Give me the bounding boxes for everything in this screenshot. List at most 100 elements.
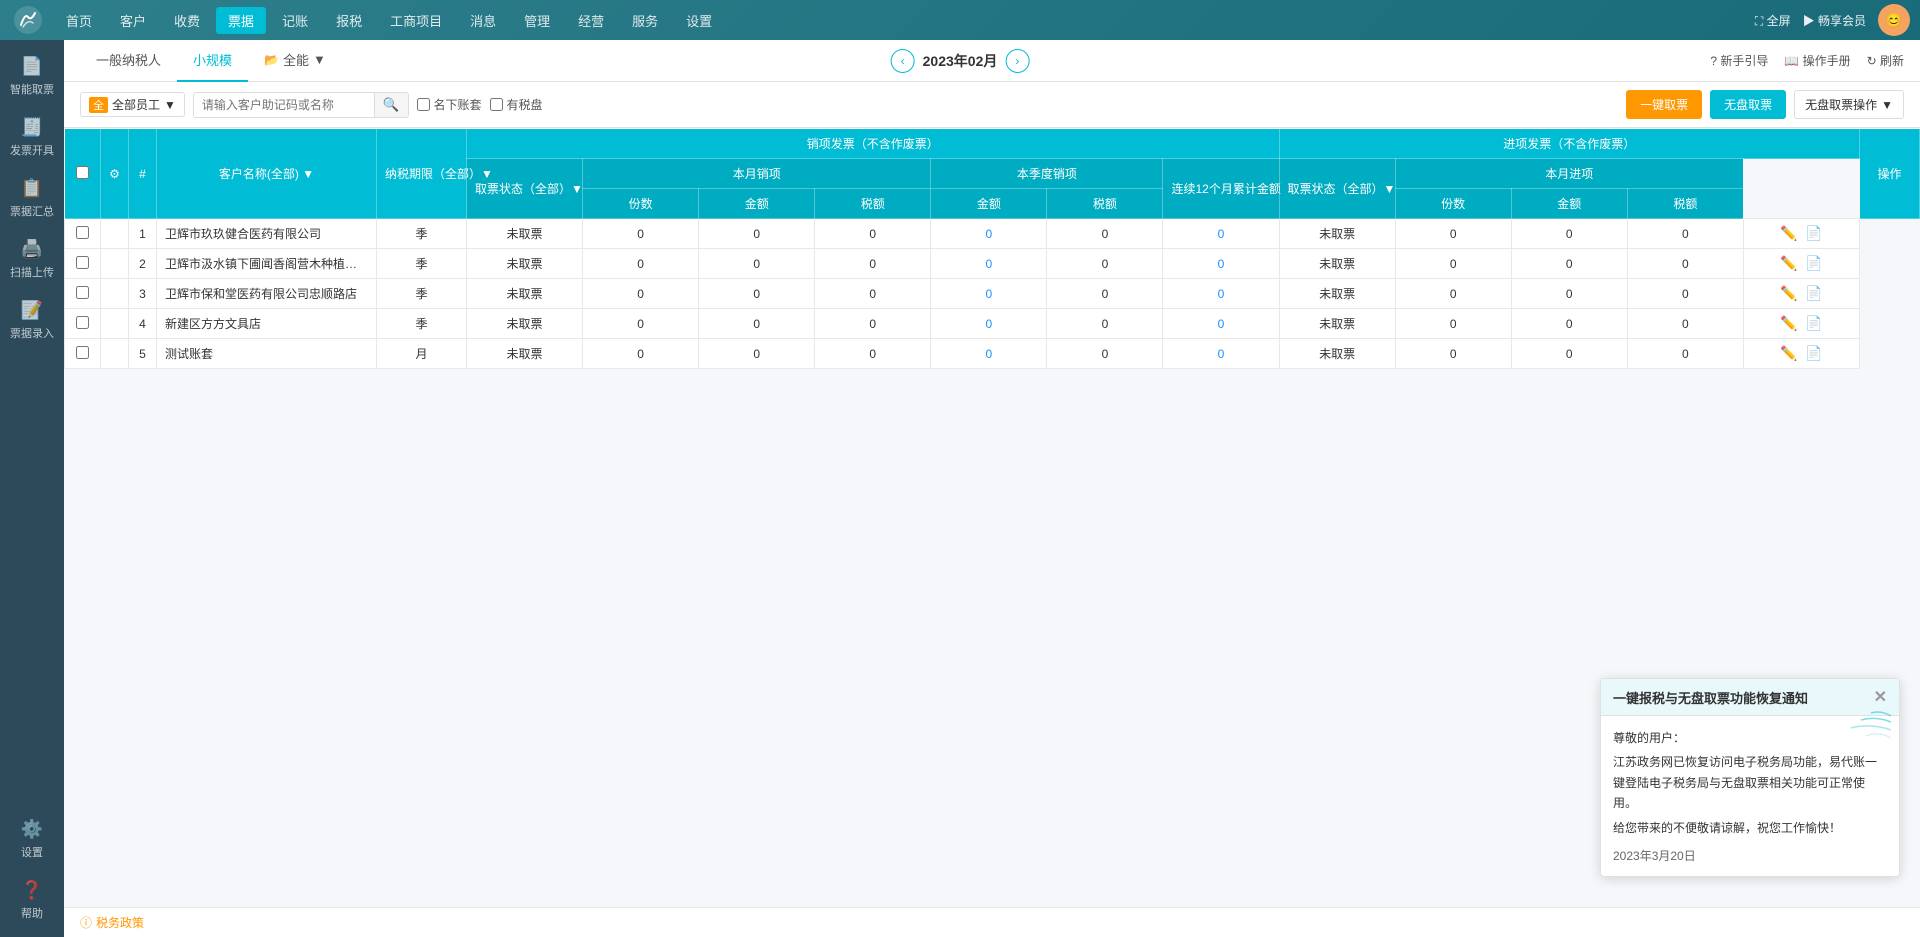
- sidebar-item-票据录入[interactable]: 📝票据录入: [4, 292, 60, 349]
- row-purchase-month-tax: 0: [1627, 249, 1743, 279]
- staff-filter-dropdown[interactable]: 全 全部员工 ▼: [80, 92, 185, 117]
- sidebar-item-扫描上传[interactable]: 🖨️扫描上传: [4, 231, 60, 288]
- no-disk-ticket-btn[interactable]: 无盘取票: [1710, 90, 1786, 119]
- nav-item-设置[interactable]: 设置: [674, 7, 724, 34]
- edit-btn[interactable]: ✏️: [1780, 345, 1797, 361]
- action-操作手册[interactable]: 📖 操作手册: [1784, 52, 1850, 69]
- row-sales-month-tax: 0: [815, 279, 931, 309]
- notif-close-btn[interactable]: ✕: [1874, 687, 1887, 707]
- search-input[interactable]: [194, 94, 374, 116]
- nav-item-记账[interactable]: 记账: [270, 7, 320, 34]
- row-tax-period: 季: [377, 219, 467, 249]
- account-filter-label[interactable]: 名下账套: [417, 96, 482, 113]
- account-filter-checkbox[interactable]: [417, 98, 430, 111]
- toolbar: 全 全部员工 ▼ 🔍 名下账套 有税盘 一键取票 无盘取票 无盘取票操作: [64, 82, 1920, 128]
- nav-item-工商项目[interactable]: 工商项目: [378, 7, 454, 34]
- row-index: 3: [129, 279, 157, 309]
- sidebar-label: 扫描上传: [10, 264, 54, 280]
- sidebar-item-发票开具[interactable]: 🧾发票开具: [4, 109, 60, 166]
- next-period-btn[interactable]: ›: [1005, 49, 1029, 73]
- row-checkbox[interactable]: [65, 279, 101, 309]
- action-刷新[interactable]: ↻ 刷新: [1867, 52, 1904, 69]
- row-index: 1: [129, 219, 157, 249]
- no-disk-ops-btn[interactable]: 无盘取票操作 ▼: [1794, 90, 1904, 119]
- row-purchase-month-amount: 0: [1511, 309, 1627, 339]
- row-purchase-month-count: 0: [1395, 339, 1511, 369]
- doc-btn[interactable]: 📄: [1805, 315, 1822, 331]
- row-sales-quarter-tax: 0: [1047, 339, 1163, 369]
- row-cumulative-amount: 0: [1163, 219, 1279, 249]
- sidebar-bottom-帮助[interactable]: ❓帮助: [4, 872, 60, 929]
- nav-item-票据[interactable]: 票据: [216, 7, 266, 34]
- doc-btn[interactable]: 📄: [1805, 285, 1822, 301]
- nav-item-经营[interactable]: 经营: [566, 7, 616, 34]
- fullscreen-btn[interactable]: ⛶ 全屏: [1755, 12, 1791, 29]
- row-purchase-month-count: 0: [1395, 279, 1511, 309]
- th-month-purchase: 本月进项: [1395, 159, 1743, 189]
- row-checkbox[interactable]: [65, 309, 101, 339]
- sub-tabs-actions: ? 新手引导 📖 操作手册 ↻ 刷新: [1710, 52, 1904, 69]
- row-purchase-month-count: 0: [1395, 309, 1511, 339]
- row-sales-month-amount: 0: [699, 309, 815, 339]
- tax-policy-bar[interactable]: ⓘ 税务政策: [64, 907, 1920, 937]
- row-sales-month-tax: 0: [815, 219, 931, 249]
- th-purchase-status: 取票状态（全部）▼: [1279, 159, 1395, 219]
- nav-item-收费[interactable]: 收费: [162, 7, 212, 34]
- row-sales-month-tax: 0: [815, 339, 931, 369]
- row-checkbox[interactable]: [65, 249, 101, 279]
- row-checkbox[interactable]: [65, 219, 101, 249]
- table-row: 1 卫辉市玖玖健合医药有限公司 季 未取票 0 0 0 0 0 0 未取票 0 …: [65, 219, 1920, 249]
- nav-item-报税[interactable]: 报税: [324, 7, 374, 34]
- tax-disk-filter-label[interactable]: 有税盘: [490, 96, 543, 113]
- edit-btn[interactable]: ✏️: [1780, 285, 1797, 301]
- th-ops: 操作: [1860, 129, 1920, 219]
- nav-item-管理[interactable]: 管理: [512, 7, 562, 34]
- nav-item-客户[interactable]: 客户: [108, 7, 158, 34]
- select-all-checkbox[interactable]: [76, 166, 89, 179]
- notif-date: 2023年3月20日: [1613, 846, 1887, 866]
- member-btn[interactable]: ▶ 畅享会员: [1803, 12, 1866, 29]
- prev-period-btn[interactable]: ‹: [891, 49, 915, 73]
- doc-btn[interactable]: 📄: [1805, 255, 1822, 271]
- tab-label: 一般纳税人: [96, 50, 161, 69]
- tax-disk-filter-checkbox[interactable]: [490, 98, 503, 111]
- doc-btn[interactable]: 📄: [1805, 225, 1822, 241]
- row-purchase-status: 未取票: [1279, 279, 1395, 309]
- nav-item-消息[interactable]: 消息: [458, 7, 508, 34]
- row-actions: ✏️ 📄: [1743, 219, 1859, 249]
- table-row: 2 卫辉市汲水镇下圃闻香阁营木种植家庭农场 季 未取票 0 0 0 0 0 0 …: [65, 249, 1920, 279]
- row-purchase-month-amount: 0: [1511, 219, 1627, 249]
- sub-tab-一般纳税人[interactable]: 一般纳税人: [80, 40, 177, 82]
- row-customer: 测试账套: [157, 339, 377, 369]
- sidebar-item-票据汇总[interactable]: 📋票据汇总: [4, 170, 60, 227]
- search-button[interactable]: 🔍: [374, 93, 408, 117]
- one-click-ticket-btn[interactable]: 一键取票: [1626, 90, 1702, 119]
- row-cumulative-amount: 0: [1163, 279, 1279, 309]
- action-新手引导[interactable]: ? 新手引导: [1710, 52, 1768, 69]
- doc-btn[interactable]: 📄: [1805, 345, 1822, 361]
- row-purchase-month-count: 0: [1395, 249, 1511, 279]
- th-quarter-sales: 本季度销项: [931, 159, 1163, 189]
- row-purchase-month-amount: 0: [1511, 279, 1627, 309]
- edit-btn[interactable]: ✏️: [1780, 315, 1797, 331]
- period-text: 2023年02月: [923, 51, 998, 71]
- avatar[interactable]: 😊: [1878, 4, 1910, 36]
- row-sales-month-count: 0: [583, 339, 699, 369]
- edit-btn[interactable]: ✏️: [1780, 225, 1797, 241]
- nav-items: 首页客户收费票据记账报税工商项目消息管理经营服务设置: [54, 7, 1755, 34]
- nav-item-首页[interactable]: 首页: [54, 7, 104, 34]
- row-sales-quarter-amount: 0: [931, 339, 1047, 369]
- nav-item-服务[interactable]: 服务: [620, 7, 670, 34]
- notification-popup: 一键报税与无盘取票功能恢复通知 ✕ 尊敬的用户： 江苏政务网已恢复访问电子税务局…: [1600, 678, 1900, 877]
- sidebar-bottom-icon: ❓: [21, 880, 43, 901]
- th-purchase-month-count: 份数: [1395, 189, 1511, 219]
- row-purchase-month-tax: 0: [1627, 309, 1743, 339]
- sub-tab-小规模[interactable]: 小规模: [177, 40, 248, 82]
- sidebar-bottom-设置[interactable]: ⚙️设置: [4, 811, 60, 868]
- sidebar-item-智能取票[interactable]: 📄智能取票: [4, 48, 60, 105]
- period-nav: ‹ 2023年02月 ›: [891, 49, 1030, 73]
- row-checkbox[interactable]: [65, 339, 101, 369]
- edit-btn[interactable]: ✏️: [1780, 255, 1797, 271]
- th-sales-month-tax: 税额: [815, 189, 931, 219]
- sub-tab-全能[interactable]: 📂全能▼: [248, 40, 342, 82]
